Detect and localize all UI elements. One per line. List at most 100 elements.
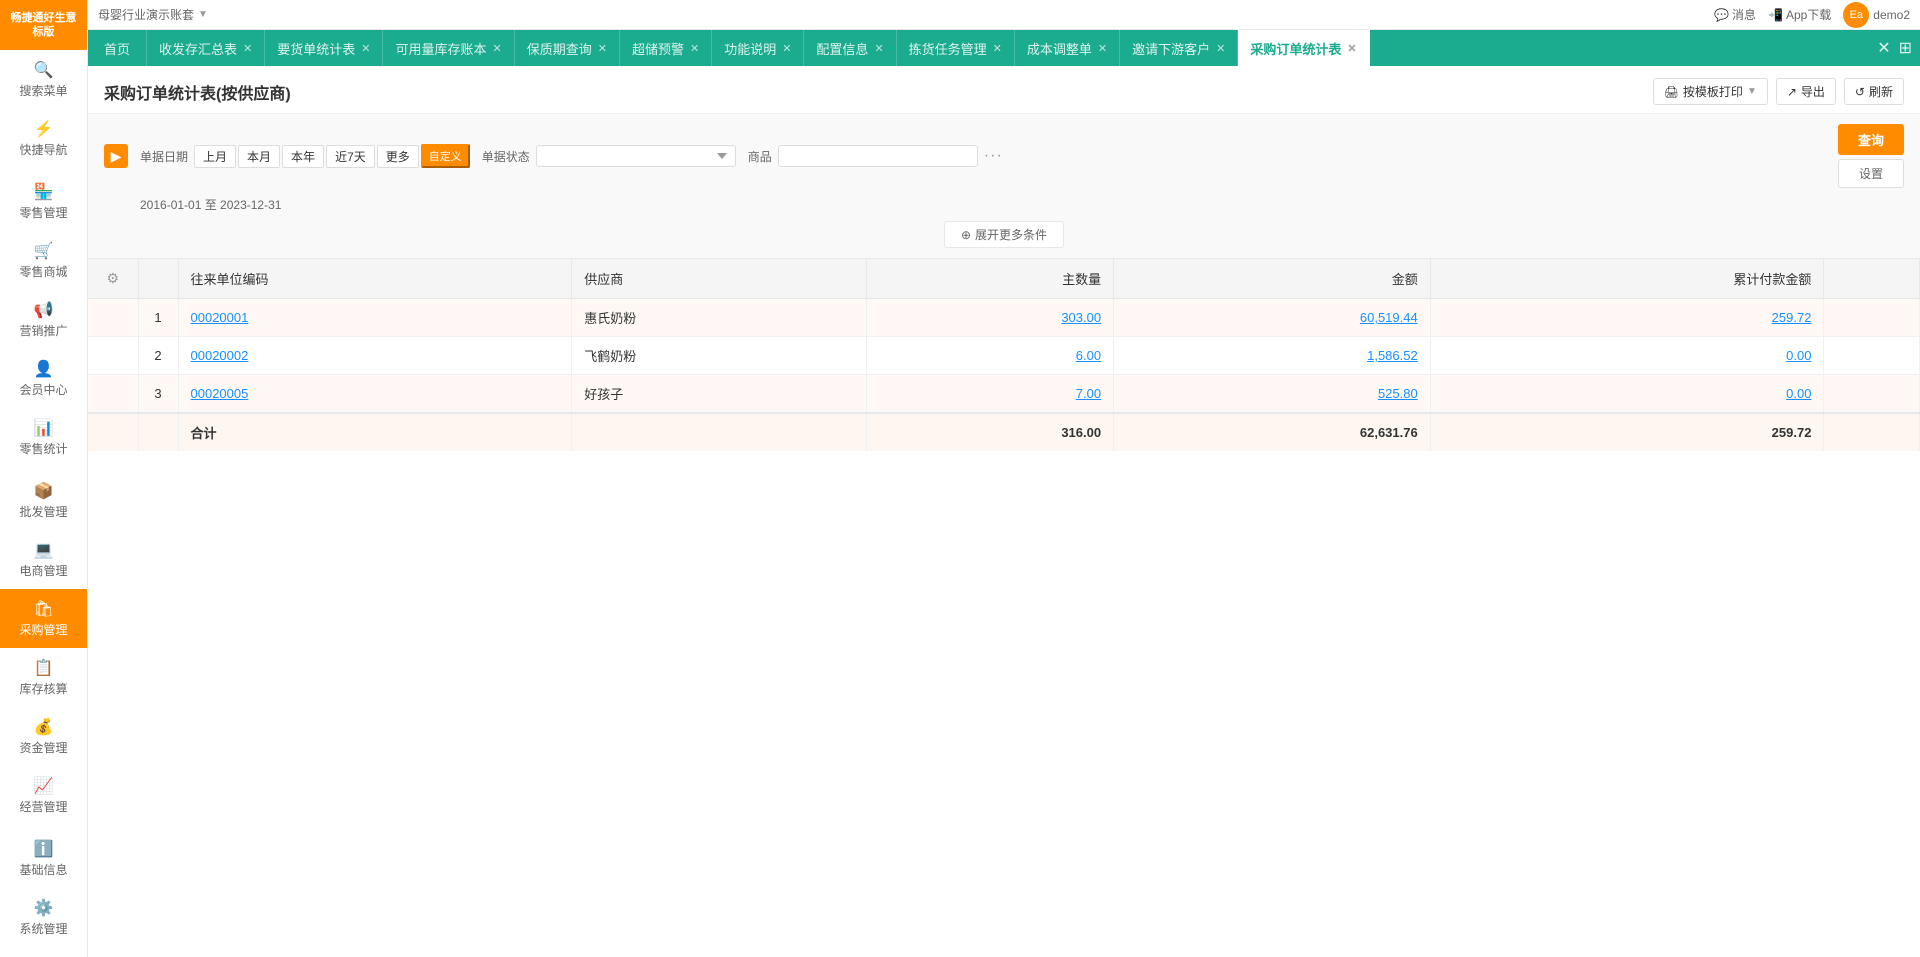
sidebar-item-wholesale[interactable]: 📦 批发管理 bbox=[0, 471, 87, 530]
sidebar-item-finance[interactable]: 💰 资金管理 bbox=[0, 707, 87, 766]
goods-more-icon[interactable]: ··· bbox=[984, 147, 1003, 165]
row-amount-link[interactable]: 525.80 bbox=[1378, 386, 1418, 401]
sidebar-item-inventory[interactable]: 📋 库存核算 bbox=[0, 648, 87, 707]
row-amount-link[interactable]: 1,586.52 bbox=[1367, 348, 1418, 363]
tab-close-icon[interactable]: ✕ bbox=[993, 42, 1002, 55]
tab-shoufahuihui[interactable]: 收发存汇总表 ✕ bbox=[147, 30, 265, 66]
sidebar-item-basicinfo[interactable]: ℹ️ 基础信息 bbox=[0, 829, 87, 888]
filter-status-item: 单据状态 bbox=[482, 145, 736, 167]
tab-yaoqingxiayou[interactable]: 邀请下游客户 ✕ bbox=[1120, 30, 1238, 66]
col-settings: ⚙ bbox=[88, 259, 138, 299]
tab-close-icon[interactable]: ✕ bbox=[874, 42, 883, 55]
tab-close-all-icon[interactable]: ✕ bbox=[1877, 38, 1890, 58]
purchase-icon: 🛍 bbox=[33, 599, 53, 619]
tab-gongneng[interactable]: 功能说明 ✕ bbox=[712, 30, 804, 66]
date-custom-btn[interactable]: 自定义 bbox=[421, 144, 470, 168]
finance-icon: 💰 bbox=[34, 717, 54, 737]
expand-filter-button[interactable]: ⊕ 展开更多条件 bbox=[944, 221, 1064, 248]
row-extra-cell bbox=[1824, 299, 1920, 337]
sidebar-item-marketing[interactable]: 📢 营销推广 bbox=[0, 290, 87, 349]
sidebar-item-system[interactable]: ⚙️ 系统管理 bbox=[0, 888, 87, 947]
message-button[interactable]: 💬 消息 bbox=[1714, 6, 1756, 23]
filter-toggle-button[interactable]: ▶ bbox=[104, 144, 128, 168]
sidebar-item-enterprise[interactable]: 🤝 企业协同 bbox=[0, 947, 87, 957]
export-button[interactable]: ↗ 导出 bbox=[1776, 78, 1836, 105]
date-btn-this-year[interactable]: 本年 bbox=[282, 145, 324, 168]
row-settings-cell bbox=[88, 337, 138, 375]
col-settings-icon[interactable]: ⚙ bbox=[106, 270, 119, 286]
row-index-cell: 2 bbox=[138, 337, 178, 375]
system-icon: ⚙️ bbox=[34, 898, 54, 918]
date-btn-7days[interactable]: 近7天 bbox=[326, 145, 375, 168]
goods-input[interactable] bbox=[778, 145, 978, 167]
settings-button[interactable]: 设置 bbox=[1838, 159, 1904, 188]
row-paid-link[interactable]: 259.72 bbox=[1772, 310, 1812, 325]
tab-close-icon[interactable]: ✕ bbox=[690, 42, 699, 55]
sidebar-item-retail[interactable]: 🏪 零售管理 bbox=[0, 172, 87, 231]
refresh-icon: ↺ bbox=[1855, 85, 1865, 99]
sidebar-item-retailstat[interactable]: 📊 零售统计 bbox=[0, 408, 87, 467]
col-supplier: 供应商 bbox=[572, 259, 866, 299]
footer-amount-cell: 62,631.76 bbox=[1114, 413, 1431, 451]
date-btn-last-month[interactable]: 上月 bbox=[194, 145, 236, 168]
sidebar-item-ecommerce[interactable]: 💻 电商管理 bbox=[0, 530, 87, 589]
tab-close-icon[interactable]: ✕ bbox=[243, 42, 252, 55]
sidebar-item-label: 资金管理 bbox=[19, 739, 67, 756]
tab-peizhixinxi[interactable]: 配置信息 ✕ bbox=[804, 30, 896, 66]
sidebar-item-search[interactable]: 🔍 搜索菜单 bbox=[0, 50, 87, 109]
date-range-label: 2016-01-01 至 2023-12-31 bbox=[140, 196, 281, 213]
row-amount-link[interactable]: 60,519.44 bbox=[1360, 310, 1418, 325]
app-download-button[interactable]: 📲 App下载 bbox=[1768, 6, 1831, 23]
tab-yaohuo[interactable]: 要货单统计表 ✕ bbox=[265, 30, 383, 66]
tab-close-icon[interactable]: ✕ bbox=[493, 42, 502, 55]
row-code-link[interactable]: 00020001 bbox=[191, 310, 249, 325]
tab-expand-icon[interactable]: ⊞ bbox=[1899, 38, 1912, 58]
tab-peihuorenwu-label: 拣货任务管理 bbox=[909, 39, 987, 58]
row-paid-link[interactable]: 0.00 bbox=[1786, 386, 1811, 401]
row-code-link[interactable]: 00020005 bbox=[191, 386, 249, 401]
tab-peihuorenwu[interactable]: 拣货任务管理 ✕ bbox=[897, 30, 1015, 66]
date-btn-this-month[interactable]: 本月 bbox=[238, 145, 280, 168]
row-paid-link[interactable]: 0.00 bbox=[1786, 348, 1811, 363]
tab-chengbentiaozheng[interactable]: 成本调整单 ✕ bbox=[1015, 30, 1120, 66]
export-icon: ↗ bbox=[1787, 85, 1797, 99]
ecommerce-icon: 💻 bbox=[34, 540, 54, 560]
row-quantity-link[interactable]: 6.00 bbox=[1076, 348, 1101, 363]
tab-close-icon[interactable]: ✕ bbox=[1347, 42, 1356, 55]
tab-caigoudingjiantongji[interactable]: 采购订单统计表 ✕ bbox=[1238, 30, 1369, 66]
sidebar-item-quicknav[interactable]: ⚡ 快捷导航 bbox=[0, 109, 87, 168]
row-quantity-link[interactable]: 7.00 bbox=[1076, 386, 1101, 401]
page-header: 采购订单统计表(按供应商) 🖨 按模板打印 ▼ ↗ 导出 ↺ 刷新 bbox=[88, 66, 1920, 114]
tab-keyong[interactable]: 可用量库存账本 ✕ bbox=[383, 30, 514, 66]
print-button[interactable]: 🖨 按模板打印 ▼ bbox=[1653, 78, 1768, 105]
query-button[interactable]: 查询 bbox=[1838, 124, 1904, 155]
tab-close-icon[interactable]: ✕ bbox=[598, 42, 607, 55]
date-btn-more[interactable]: 更多 bbox=[377, 145, 419, 168]
workspace-selector[interactable]: 母婴行业演示账套 ▼ bbox=[98, 6, 1706, 23]
sidebar-item-member[interactable]: 👤 会员中心 bbox=[0, 349, 87, 408]
tab-close-icon[interactable]: ✕ bbox=[782, 42, 791, 55]
tab-close-icon[interactable]: ✕ bbox=[1216, 42, 1225, 55]
row-amount-cell: 1,586.52 bbox=[1114, 337, 1431, 375]
tab-home[interactable]: 首页 bbox=[88, 30, 147, 66]
row-supplier-cell: 好孩子 bbox=[572, 375, 866, 414]
sidebar-item-operations[interactable]: 📈 经营管理 bbox=[0, 766, 87, 825]
tab-chaochuyujin-label: 超储预警 bbox=[632, 39, 684, 58]
row-code-link[interactable]: 00020002 bbox=[191, 348, 249, 363]
tab-close-icon[interactable]: ✕ bbox=[361, 42, 370, 55]
tab-chaochuyujin[interactable]: 超储预警 ✕ bbox=[620, 30, 712, 66]
sidebar-item-purchase[interactable]: 🛍 采购管理 bbox=[0, 589, 87, 648]
sidebar-item-retailshop[interactable]: 🛒 零售商城 bbox=[0, 231, 87, 290]
row-quantity-link[interactable]: 303.00 bbox=[1061, 310, 1101, 325]
table-footer: 合计 316.00 62,631.76 259.72 bbox=[88, 413, 1920, 451]
tab-shoufahuihui-label: 收发存汇总表 bbox=[159, 39, 237, 58]
refresh-button[interactable]: ↺ 刷新 bbox=[1844, 78, 1904, 105]
basicinfo-icon: ℹ️ bbox=[34, 839, 54, 859]
tab-close-icon[interactable]: ✕ bbox=[1098, 42, 1107, 55]
topbar-actions: 💬 消息 📲 App下载 Ea demo2 bbox=[1714, 2, 1910, 28]
tab-baozhi[interactable]: 保质期查询 ✕ bbox=[515, 30, 620, 66]
sidebar-item-label: 库存核算 bbox=[19, 680, 67, 697]
status-select[interactable] bbox=[536, 145, 736, 167]
sidebar: 畅捷通好生意标版 🔍 搜索菜单 ⚡ 快捷导航 🏪 零售管理 🛒 零售商城 📢 营… bbox=[0, 0, 88, 957]
user-menu[interactable]: Ea demo2 bbox=[1843, 2, 1910, 28]
